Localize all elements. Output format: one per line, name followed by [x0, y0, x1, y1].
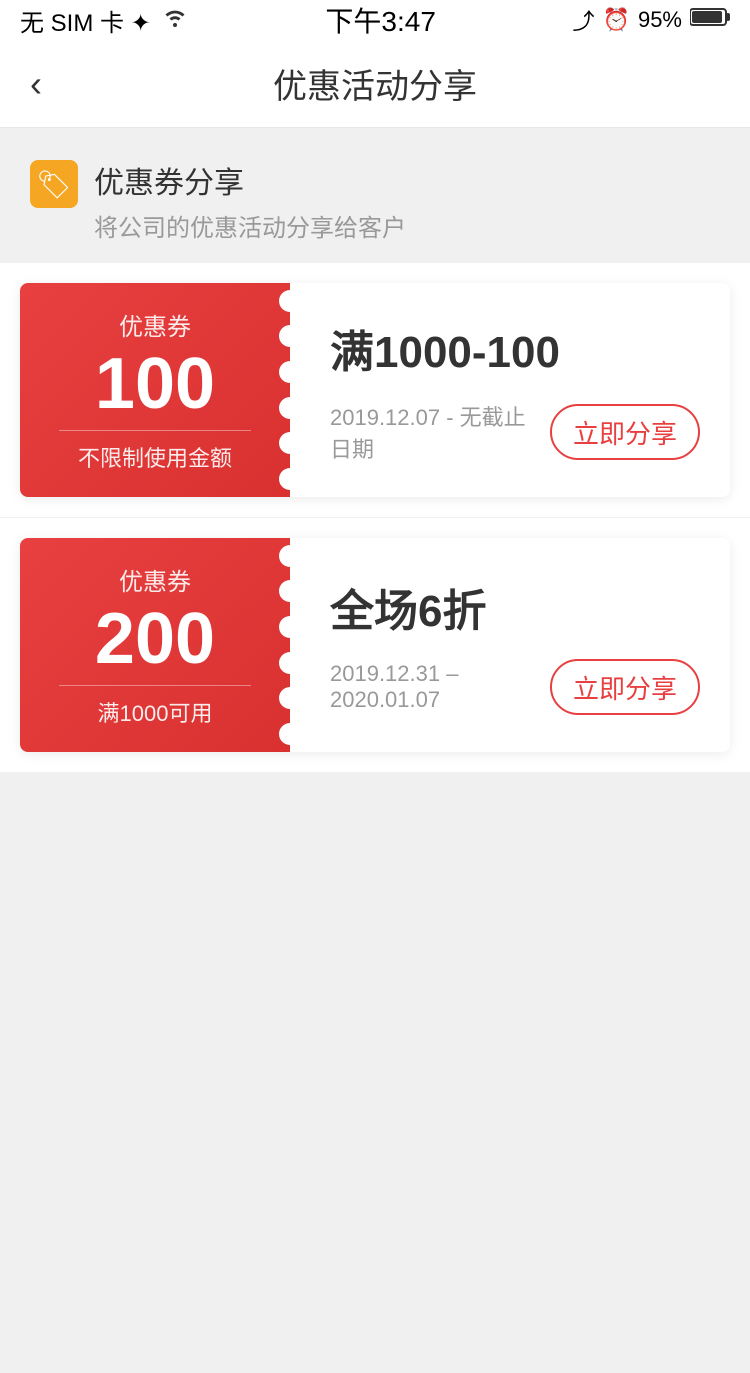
status-right: ⤴ ⏰ 95% [573, 4, 730, 36]
coupon-1-label: 优惠券 [119, 562, 191, 597]
coupon-0-share-button[interactable]: 立即分享 [550, 404, 700, 460]
section-description: 将公司的优惠活动分享给客户 [94, 208, 406, 243]
battery-icon [690, 7, 730, 33]
coupon-1-right: 全场6折 2019.12.31 – 2020.01.07 立即分享 [290, 538, 730, 752]
section-title: 优惠券分享 [94, 158, 406, 202]
coupon-1-condition: 满1000可用 [98, 696, 213, 728]
coupon-0-label: 优惠券 [119, 307, 191, 342]
page-title: 优惠活动分享 [273, 59, 477, 108]
coupon-1-divider [59, 685, 251, 686]
empty-background [0, 773, 750, 1373]
status-bar: 无 SIM 卡 ✦ 下午3:47 ⤴ ⏰ 95% [0, 0, 750, 40]
coupon-section-icon: 🏷 [30, 160, 78, 208]
coupon-0-right: 满1000-100 2019.12.07 - 无截止日期 立即分享 [290, 283, 730, 497]
coupon-0-condition: 不限制使用金额 [78, 441, 232, 473]
back-button[interactable]: ‹ [30, 63, 42, 105]
wifi-icon [161, 6, 189, 34]
coupon-0-amount: 100 [95, 348, 215, 420]
coupon-0-date: 2019.12.07 - 无截止日期 [330, 400, 540, 464]
location-icon: ⤴ [573, 4, 595, 36]
coupon-1-share-button[interactable]: 立即分享 [550, 659, 700, 715]
alarm-icon: ⏰ [603, 7, 630, 33]
coupon-1-date: 2019.12.31 – 2020.01.07 [330, 661, 540, 713]
svg-text:🏷: 🏷 [36, 169, 72, 200]
section-header: 🏷 优惠券分享 将公司的优惠活动分享给客户 [0, 128, 750, 263]
coupon-1-amount: 200 [95, 603, 215, 675]
coupon-0-name: 满1000-100 [330, 316, 700, 380]
nav-bar: ‹ 优惠活动分享 [0, 40, 750, 128]
coupon-0-divider [59, 430, 251, 431]
coupon-1-name: 全场6折 [330, 575, 700, 639]
section-text: 优惠券分享 将公司的优惠活动分享给客户 [94, 158, 406, 243]
status-time: 下午3:47 [325, 0, 436, 40]
coupon-1-bottom: 2019.12.31 – 2020.01.07 立即分享 [330, 659, 700, 715]
status-left: 无 SIM 卡 ✦ [20, 3, 189, 38]
coupon-item-0: 优惠券 100 不限制使用金额 满1000-100 2019.12.07 - 无… [0, 263, 750, 518]
battery-text: 95% [638, 7, 682, 33]
coupon-0-bottom: 2019.12.07 - 无截止日期 立即分享 [330, 400, 700, 464]
coupon-item-1: 优惠券 200 满1000可用 全场6折 2019.12.31 – 2020.0… [0, 518, 750, 773]
coupon-list: 优惠券 100 不限制使用金额 满1000-100 2019.12.07 - 无… [0, 263, 750, 773]
sim-text: 无 SIM 卡 ✦ [20, 3, 151, 38]
